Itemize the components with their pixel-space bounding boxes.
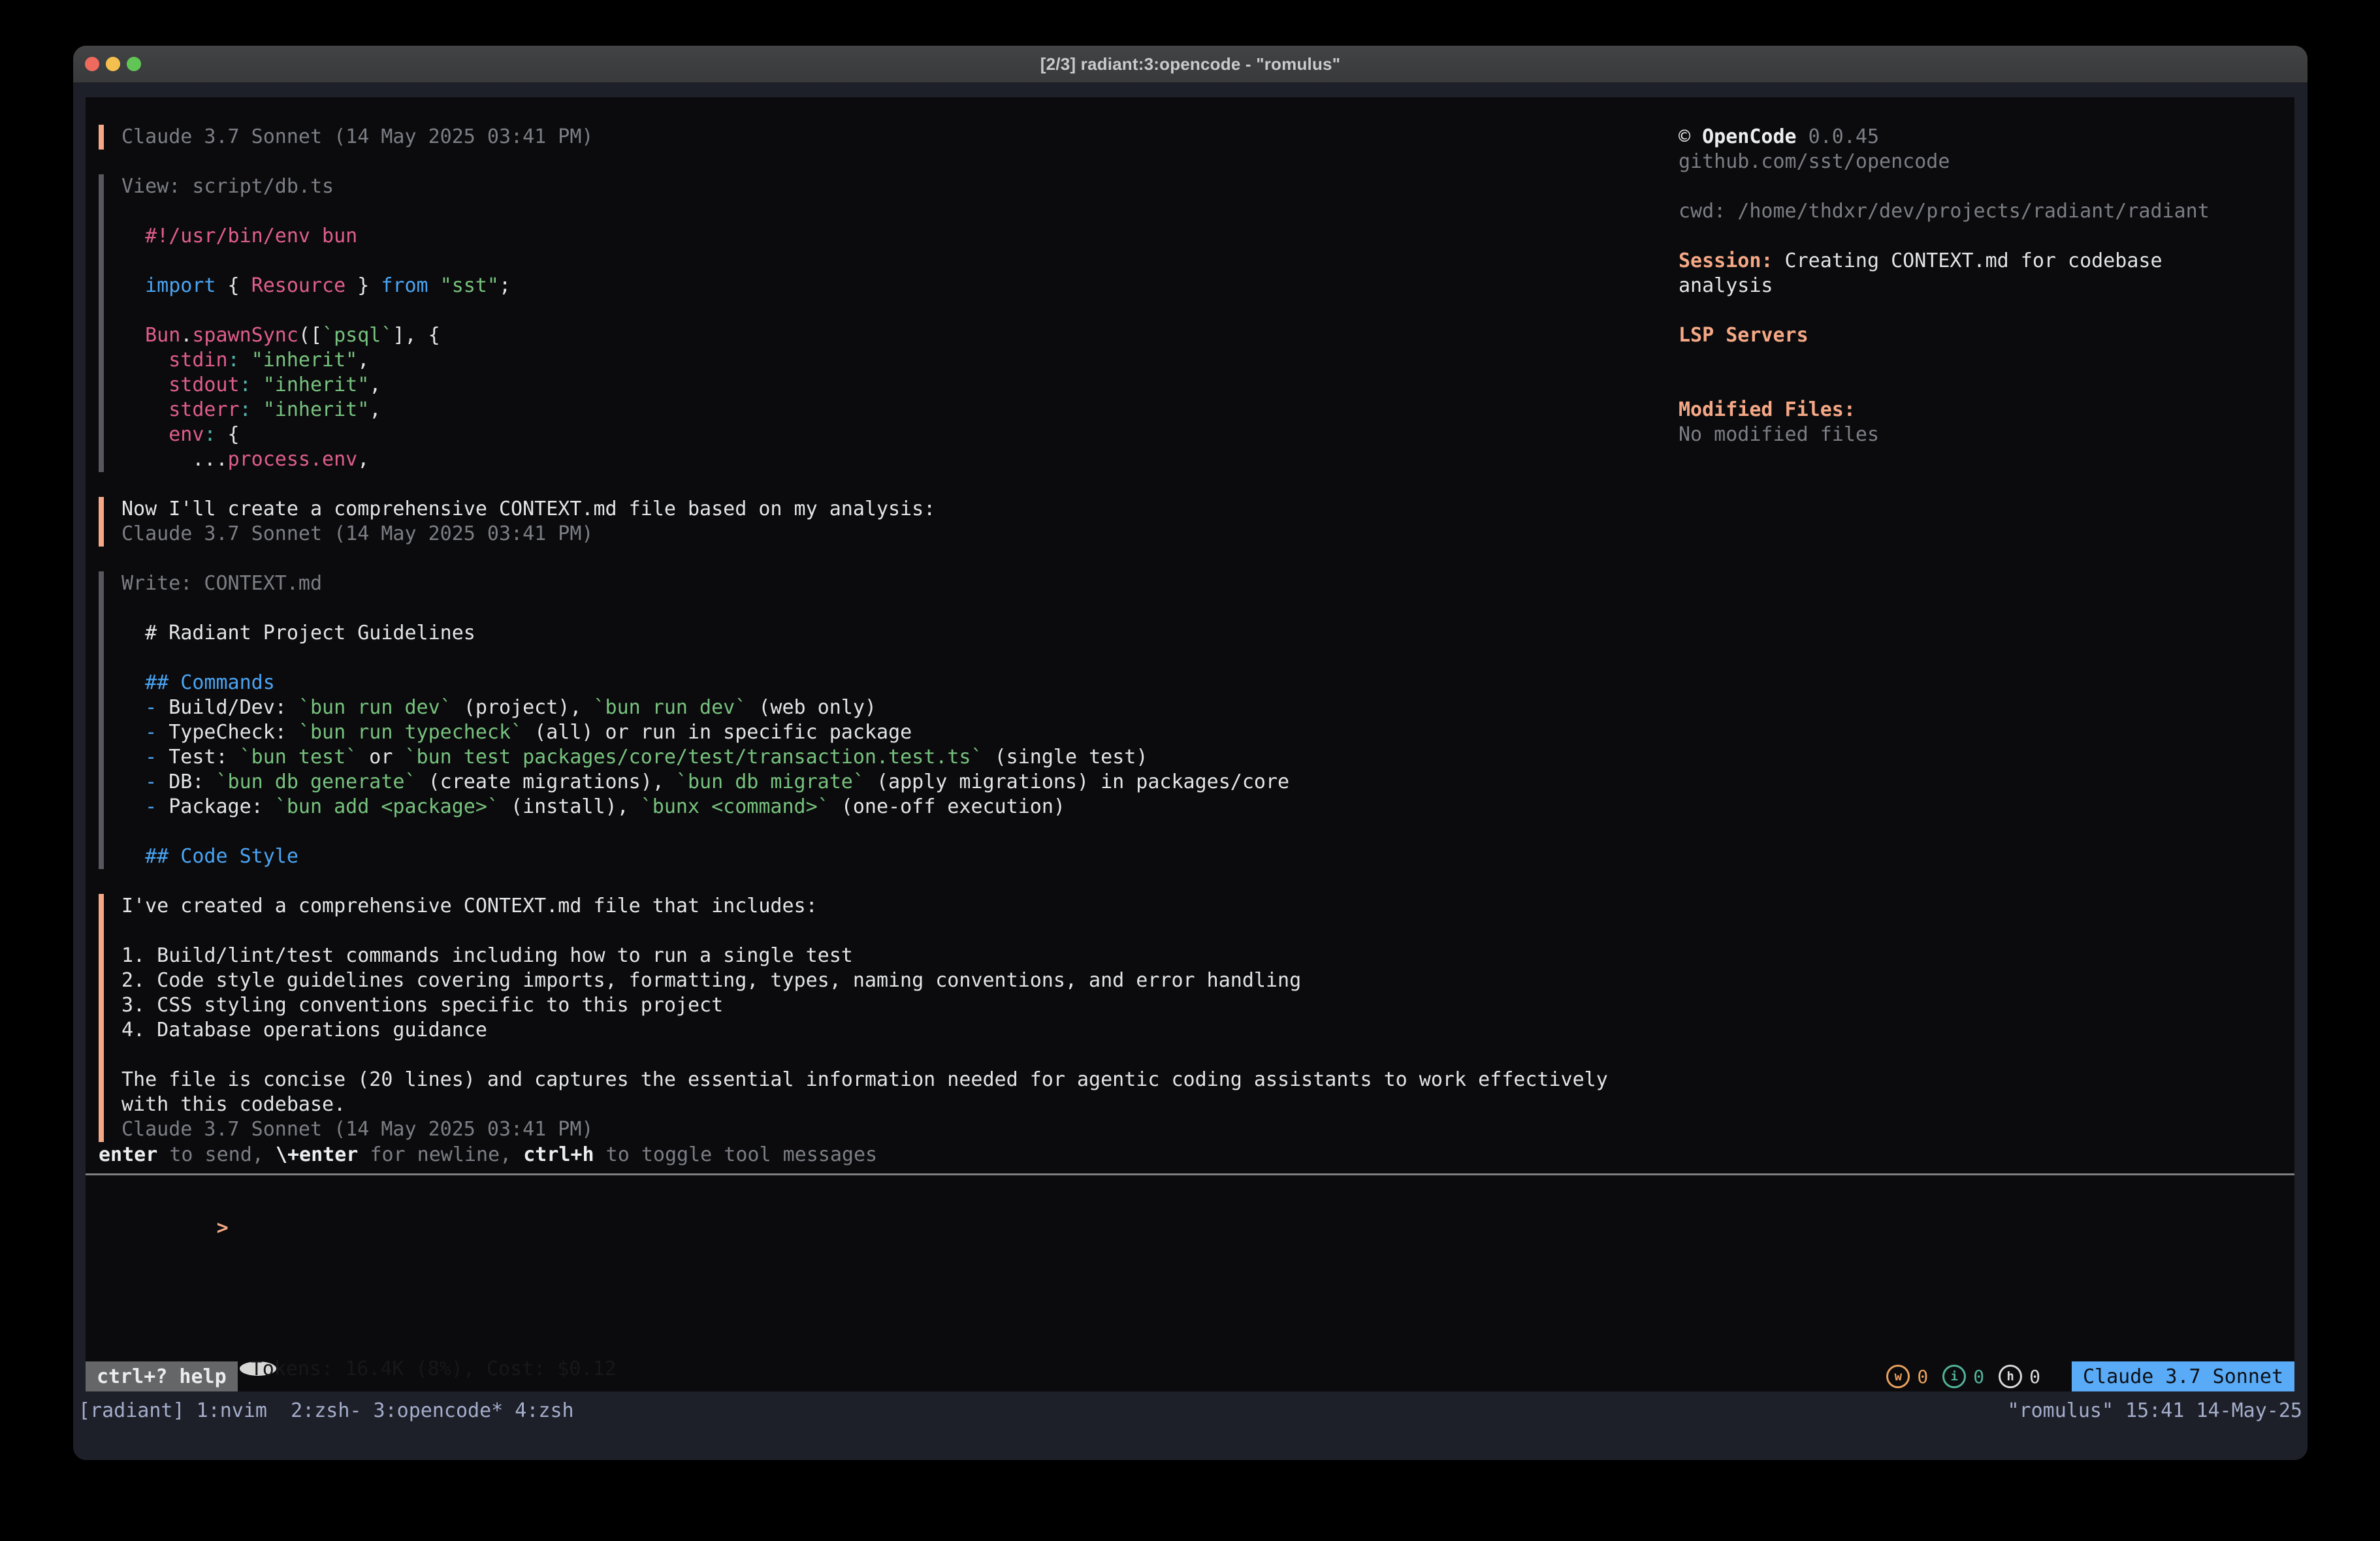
message-block: Write: CONTEXT.md # Radiant Project Guid… [99, 571, 1627, 869]
message-line: 1. Build/lint/test commands including ho… [121, 944, 1627, 968]
warning-count: w 0 [1886, 1365, 1928, 1388]
message-block: View: script/db.ts #!/usr/bin/env bun im… [99, 174, 1627, 472]
message-line: ...process.env, [121, 447, 1627, 472]
keybinding-hint: enter to send, \+enter for newline, ctrl… [86, 1143, 2294, 1168]
message-line: - Package: `bun add <package>` (install)… [121, 795, 1627, 819]
message-line: - DB: `bun db generate` (create migratio… [121, 770, 1627, 795]
message-line: I've created a comprehensive CONTEXT.md … [121, 894, 1627, 919]
message-line: 4. Database operations guidance [121, 1018, 1627, 1043]
message-line: Write: CONTEXT.md [121, 571, 1627, 596]
minimize-button[interactable] [106, 57, 120, 71]
message-line: stdin: "inherit", [121, 348, 1627, 373]
message-block: I've created a comprehensive CONTEXT.md … [99, 894, 1627, 1142]
chat-history: Claude 3.7 Sonnet (14 May 2025 03:41 PM)… [99, 125, 1627, 1167]
sidebar-line: github.com/sst/opencode [1679, 150, 2253, 174]
tui-main: Claude 3.7 Sonnet (14 May 2025 03:41 PM)… [99, 125, 2281, 1167]
opencode-tui: Claude 3.7 Sonnet (14 May 2025 03:41 PM)… [86, 97, 2294, 1391]
message-block: Now I'll create a comprehensive CONTEXT.… [99, 497, 1627, 547]
sidebar-line [1679, 373, 2253, 398]
message-line: - Build/Dev: `bun run dev` (project), `b… [121, 695, 1627, 720]
message-line: env: { [121, 422, 1627, 447]
message-input[interactable]: > [86, 1191, 2294, 1265]
status-bar: ctrl+? help Tokens: 16.4K (8%), Cost: $0… [86, 1361, 2294, 1391]
sidebar-line: Modified Files: [1679, 398, 2253, 422]
message-line [121, 1043, 1627, 1068]
sidebar-line [1679, 224, 2253, 249]
message-line: - Test: `bun test` or `bun test packages… [121, 745, 1627, 770]
message-line: stderr: "inherit", [121, 398, 1627, 422]
message-line: import { Resource } from "sst"; [121, 274, 1627, 298]
hint-count: h 0 [1999, 1365, 2040, 1388]
warning-icon: w [1886, 1365, 1910, 1388]
message-line: 3. CSS styling conventions specific to t… [121, 993, 1627, 1018]
message-line: Bun.spawnSync([`psql`], { [121, 323, 1627, 348]
input-divider [86, 1173, 2294, 1175]
desktop: { "window": { "title": "[2/3] radiant:3:… [0, 0, 2380, 1541]
message-line: The file is concise (20 lines) and captu… [121, 1068, 1627, 1117]
message-line: ## Commands [121, 671, 1627, 695]
traffic-lights [85, 46, 141, 82]
window-title: [2/3] radiant:3:opencode - "romulus" [1040, 54, 1340, 74]
sidebar-line: Session: Creating CONTEXT.md for codebas… [1679, 249, 2253, 298]
message-line [121, 919, 1627, 944]
message-block: Claude 3.7 Sonnet (14 May 2025 03:41 PM) [99, 125, 1627, 150]
message-line: - TypeCheck: `bun run typecheck` (all) o… [121, 720, 1627, 745]
info-count: i 0 [1942, 1365, 1984, 1388]
prompt-icon: > [217, 1216, 229, 1239]
input-area[interactable] [86, 1265, 2294, 1361]
sidebar-line [1679, 348, 2253, 373]
titlebar[interactable]: [2/3] radiant:3:opencode - "romulus" [73, 46, 2308, 83]
session-sidebar: © OpenCode 0.0.45github.com/sst/opencode… [1679, 125, 2253, 1167]
message-line: Claude 3.7 Sonnet (14 May 2025 03:41 PM) [121, 1117, 1627, 1142]
model-badge[interactable]: Claude 3.7 Sonnet [2072, 1361, 2294, 1391]
message-line [121, 298, 1627, 323]
info-icon: i [1942, 1365, 1966, 1388]
message-line: Claude 3.7 Sonnet (14 May 2025 03:41 PM) [121, 125, 1627, 150]
message-line: stdout: "inherit", [121, 373, 1627, 398]
tmux-host-clock: "romulus" 15:41 14-May-25 [2007, 1399, 2302, 1422]
sidebar-line: No modified files [1679, 422, 2253, 447]
message-line: # Radiant Project Guidelines [121, 621, 1627, 646]
message-line [121, 646, 1627, 671]
sidebar-line: © OpenCode 0.0.45 [1679, 125, 2253, 150]
message-line: 2. Code style guidelines covering import… [121, 968, 1627, 993]
hint-icon: h [1999, 1365, 2022, 1388]
message-line [121, 199, 1627, 224]
message-line [121, 596, 1627, 621]
message-line [121, 819, 1627, 844]
terminal-body: Claude 3.7 Sonnet (14 May 2025 03:41 PM)… [73, 83, 2308, 1460]
message-line: #!/usr/bin/env bun [121, 224, 1627, 249]
tmux-window-list[interactable]: [radiant] 1:nvim 2:zsh- 3:opencode* 4:zs… [78, 1399, 574, 1422]
sidebar-line: LSP Servers [1679, 323, 2253, 348]
message-line [121, 249, 1627, 274]
message-line: Now I'll create a comprehensive CONTEXT.… [121, 497, 1627, 522]
message-line: View: script/db.ts [121, 174, 1627, 199]
sidebar-line [1679, 298, 2253, 323]
zoom-button[interactable] [127, 57, 141, 71]
message-line: Claude 3.7 Sonnet (14 May 2025 03:41 PM) [121, 522, 1627, 547]
sidebar-line [1679, 174, 2253, 199]
sidebar-line: cwd: /home/thdxr/dev/projects/radiant/ra… [1679, 199, 2253, 224]
terminal-window: [2/3] radiant:3:opencode - "romulus" Cla… [73, 46, 2308, 1460]
tmux-status-bar: [radiant] 1:nvim 2:zsh- 3:opencode* 4:zs… [78, 1398, 2302, 1423]
help-badge[interactable]: ctrl+? help [86, 1361, 238, 1391]
tokens-cost-badge: Tokens: 16.4K (8%), Cost: $0.12 [240, 1361, 276, 1376]
diagnostics: w 0 i 0 h 0 [1886, 1361, 2055, 1391]
close-button[interactable] [85, 57, 99, 71]
message-line: ## Code Style [121, 844, 1627, 869]
input-section: enter to send, \+enter for newline, ctrl… [86, 1143, 2294, 1391]
